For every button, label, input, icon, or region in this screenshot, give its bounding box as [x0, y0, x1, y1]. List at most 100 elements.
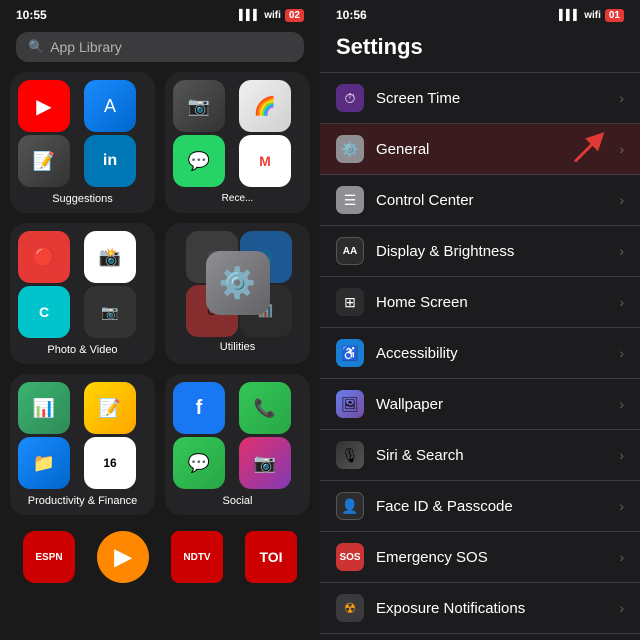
ndtv-icon: NDTV — [171, 531, 223, 583]
exposure-chevron: › — [619, 600, 624, 616]
settings-wallpaper[interactable]: 🖼 Wallpaper › — [320, 379, 640, 430]
camera-icon: 📷 — [173, 80, 225, 132]
folder-icons-recent: 📷 🌈 💬 M — [173, 80, 302, 187]
wallpaper-chevron: › — [619, 396, 624, 412]
exposure-label: Exposure Notifications — [376, 600, 619, 617]
utilities-label: Utilities — [220, 341, 255, 353]
settings-display[interactable]: AA Display & Brightness › — [320, 226, 640, 277]
calendar-icon: 16 — [84, 437, 136, 489]
settings-emergency[interactable]: SOS Emergency SOS › — [320, 532, 640, 583]
home-screen-label: Home Screen — [376, 294, 619, 311]
search-placeholder: App Library — [50, 39, 122, 55]
folder-utilities[interactable]: 🎵 🌐 C 📊 ⚙️ Utilities — [165, 223, 310, 364]
folder-icons: ▶ A 📝 in — [18, 80, 147, 187]
social-label: Social — [223, 495, 253, 507]
youtube-icon: ▶ — [18, 80, 70, 132]
red-arrow-indicator — [570, 127, 610, 172]
folder-suggestions[interactable]: ▶ A 📝 in Suggestions — [10, 72, 155, 213]
gmail-icon: M — [239, 135, 291, 187]
right-status-bar: 10:56 ▌▌▌ wifi 01 — [320, 0, 640, 26]
battery-icon-left: 02 — [285, 9, 304, 22]
espn-icon: ESPN — [23, 531, 75, 583]
facebook-icon: f — [173, 382, 225, 434]
app-folders-grid: ▶ A 📝 in Suggestions 📷 🌈 💬 M Rece... 🔴 📸… — [0, 72, 320, 515]
emergency-icon: SOS — [336, 543, 364, 571]
numbers-icon: 📊 — [18, 382, 70, 434]
espn-app[interactable]: ESPN — [16, 531, 82, 586]
display-label: Display & Brightness — [376, 243, 619, 260]
faceid-chevron: › — [619, 498, 624, 514]
signal-icon: ▌▌▌ — [239, 10, 260, 21]
settings-accessibility[interactable]: ♿ Accessibility › — [320, 328, 640, 379]
siri-icon: 🎙 — [336, 441, 364, 469]
bottom-apps-row: ESPN ▶ NDTV TOI — [0, 523, 320, 594]
octagon-icon: 🔴 — [18, 231, 70, 283]
home-screen-chevron: › — [619, 294, 624, 310]
search-bar[interactable]: 🔍 App Library — [16, 32, 304, 62]
folder-icons-photo: 🔴 📸 C 📷 — [18, 231, 147, 338]
left-status-icons: ▌▌▌ wifi 02 — [239, 9, 304, 22]
settings-faceid[interactable]: 👤 Face ID & Passcode › — [320, 481, 640, 532]
appstore-icon: A — [84, 80, 136, 132]
recent-label: Rece... — [222, 193, 254, 204]
wallpaper-icon: 🖼 — [336, 390, 364, 418]
right-wifi-icon: wifi — [584, 10, 601, 21]
phone-icon: 📞 — [239, 382, 291, 434]
screen-time-icon: ⏱ — [336, 84, 364, 112]
screen-time-chevron: › — [619, 90, 624, 106]
folder-social[interactable]: f 📞 💬 📷 Social — [165, 374, 310, 515]
home-screen-icon: ⊞ — [336, 288, 364, 316]
wallpaper-label: Wallpaper — [376, 396, 619, 413]
accessibility-chevron: › — [619, 345, 624, 361]
right-signal-icon: ▌▌▌ — [559, 10, 580, 21]
settings-screen-time[interactable]: ⏱ Screen Time › — [320, 72, 640, 124]
search-icon: 🔍 — [28, 39, 44, 55]
settings-list: ⏱ Screen Time › ⚙️ General › — [320, 72, 640, 640]
folder-icons-productivity: 📊 📝 📁 16 — [18, 382, 147, 489]
photos-icon: 🌈 — [239, 80, 291, 132]
files-icon: 📁 — [18, 437, 70, 489]
whatsapp-icon: 💬 — [173, 135, 225, 187]
emergency-label: Emergency SOS — [376, 549, 619, 566]
settings-siri[interactable]: 🎙 Siri & Search › — [320, 430, 640, 481]
folder-recently-added[interactable]: 📷 🌈 💬 M Rece... — [165, 72, 310, 213]
settings-large-icon: ⚙️ — [206, 251, 270, 315]
folder-photo-video[interactable]: 🔴 📸 C 📷 Photo & Video — [10, 223, 155, 364]
right-panel: 10:56 ▌▌▌ wifi 01 Settings ⏱ Screen Time… — [320, 0, 640, 640]
control-center-icon: ☰ — [336, 186, 364, 214]
linkedin-icon: in — [84, 135, 136, 187]
arrow-svg — [570, 127, 610, 167]
accessibility-label: Accessibility — [376, 345, 619, 362]
left-panel: 10:55 ▌▌▌ wifi 02 🔍 App Library ▶ A 📝 in… — [0, 0, 320, 640]
settings-battery[interactable]: Battery › — [320, 634, 640, 640]
photo-video-label: Photo & Video — [47, 344, 117, 356]
left-status-bar: 10:55 ▌▌▌ wifi 02 — [0, 0, 320, 26]
faceid-label: Face ID & Passcode — [376, 498, 619, 515]
vlc-app[interactable]: ▶ — [90, 531, 156, 586]
display-chevron: › — [619, 243, 624, 259]
siri-label: Siri & Search — [376, 447, 619, 464]
settings-general[interactable]: ⚙️ General › — [320, 124, 640, 175]
folder-productivity[interactable]: 📊 📝 📁 16 Productivity & Finance — [10, 374, 155, 515]
left-time: 10:55 — [16, 8, 47, 22]
notes2-icon: 📝 — [84, 382, 136, 434]
control-center-chevron: › — [619, 192, 624, 208]
settings-title: Settings — [320, 26, 640, 72]
general-icon: ⚙️ — [336, 135, 364, 163]
suggestions-label: Suggestions — [52, 193, 113, 205]
control-center-label: Control Center — [376, 192, 619, 209]
settings-home-screen[interactable]: ⊞ Home Screen › — [320, 277, 640, 328]
screen-time-label: Screen Time — [376, 90, 619, 107]
settings-control-center[interactable]: ☰ Control Center › — [320, 175, 640, 226]
general-chevron: › — [619, 141, 624, 157]
ndtv-app[interactable]: NDTV — [164, 531, 230, 586]
toi-app[interactable]: TOI — [238, 531, 304, 586]
right-time: 10:56 — [336, 8, 367, 22]
exposure-icon: ☢ — [336, 594, 364, 622]
right-battery-icon: 01 — [605, 9, 624, 22]
settings-exposure[interactable]: ☢ Exposure Notifications › — [320, 583, 640, 634]
faceid-icon: 👤 — [336, 492, 364, 520]
vlc-icon: ▶ — [97, 531, 149, 583]
siri-chevron: › — [619, 447, 624, 463]
folder-icons-social: f 📞 💬 📷 — [173, 382, 302, 489]
